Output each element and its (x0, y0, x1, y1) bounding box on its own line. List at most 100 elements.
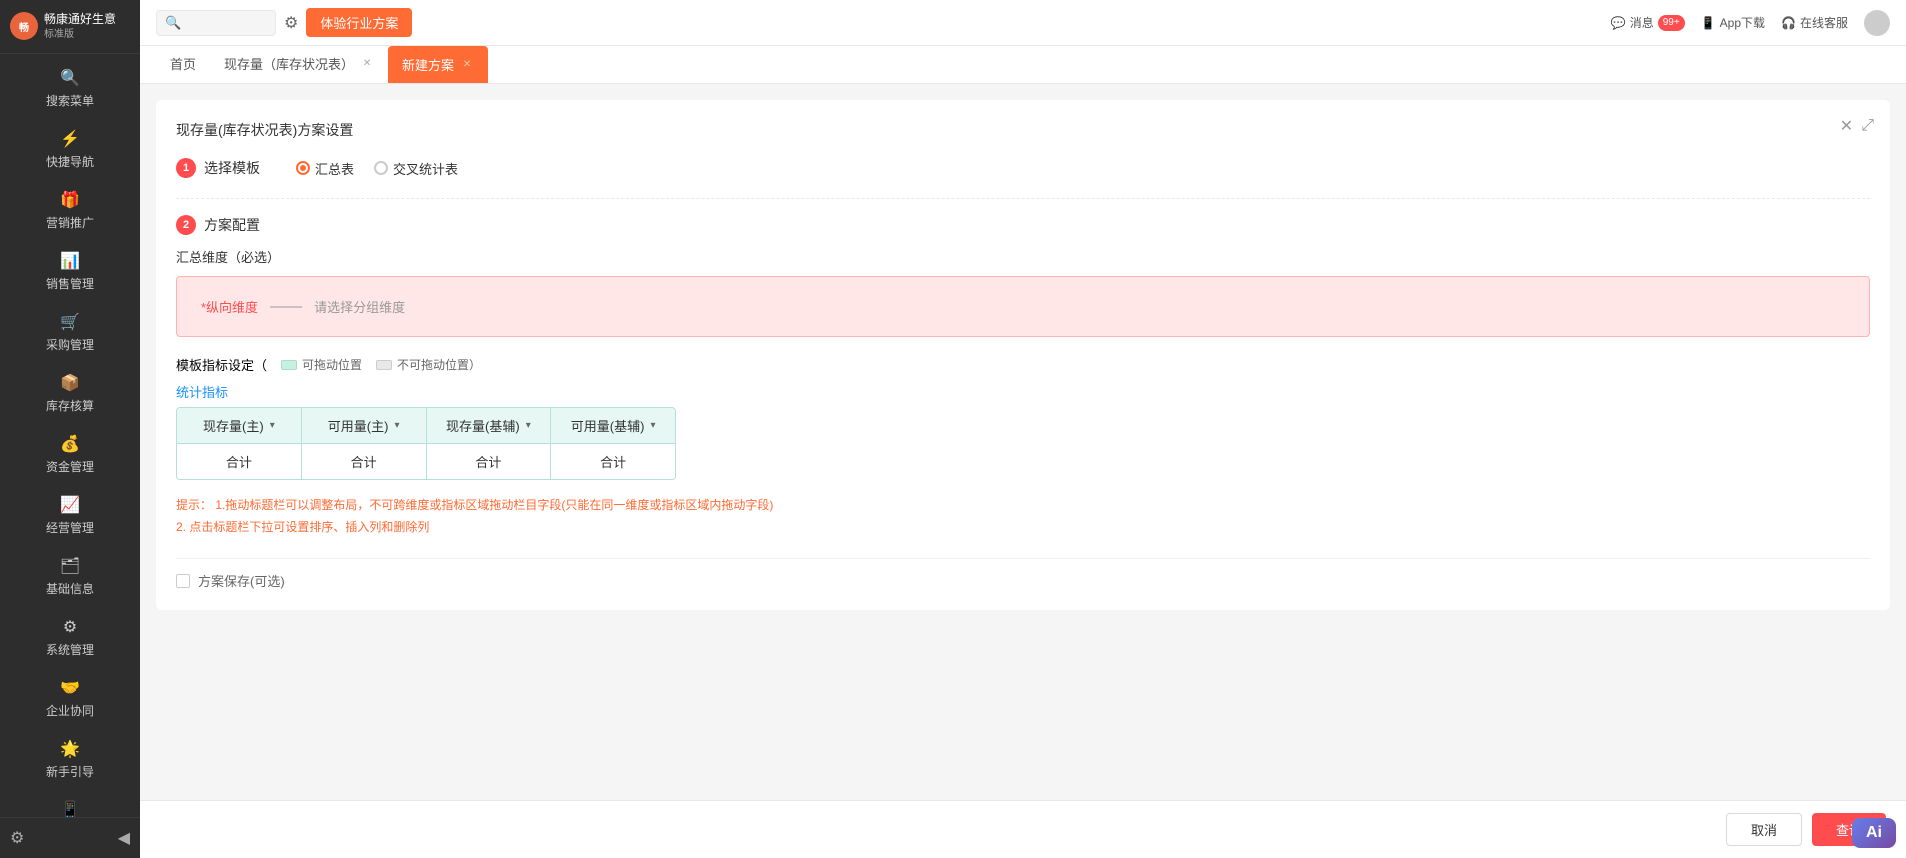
tip-section: 提示： 1.拖动标题栏可以调整布局，不可跨维度或指标区域拖动栏目字段(只能在同一… (176, 495, 1870, 538)
settings-panel: 现存量(库存状况表)方案设置 ✕ ⤢ 1 选择模板 汇总表 (156, 100, 1890, 610)
tab-new-scheme[interactable]: 新建方案 ✕ (388, 46, 488, 83)
sidebar: 畅 畅康通好生意 标准版 🔍搜索菜单⚡快捷导航🎁营销推广📊销售管理🛒采购管理📦库… (0, 0, 140, 858)
close-panel-icon[interactable]: ✕ (1840, 116, 1853, 136)
message-icon: 💬 (1611, 16, 1626, 30)
stats-table: 现存量(主)▾可用量(主)▾现存量(基辅)▾可用量(基辅)▾ 合计合计合计合计 (176, 407, 676, 480)
radio-cross[interactable] (374, 161, 388, 175)
stats-col-body: 合计 (177, 444, 302, 479)
sidebar-icon: 📱 (60, 800, 80, 817)
stats-table-header: 现存量(主)▾可用量(主)▾现存量(基辅)▾可用量(基辅)▾ (177, 408, 675, 443)
sidebar-item-新手引导[interactable]: 🌟新手引导 (0, 729, 140, 790)
sidebar-item-采购管理[interactable]: 🛒采购管理 (0, 302, 140, 363)
step2-header: 2 方案配置 (176, 215, 1870, 235)
content-area: 现存量(库存状况表)方案设置 ✕ ⤢ 1 选择模板 汇总表 (140, 84, 1906, 800)
sidebar-icon: 🛒 (60, 312, 80, 332)
indicator-section: 模板指标设定（ 可拖动位置 不可拖动位置） 统计指标 (176, 355, 1870, 538)
indicator-label-row: 模板指标设定（ 可拖动位置 不可拖动位置） (176, 355, 1870, 374)
gear-icon[interactable]: ⚙ (284, 13, 298, 33)
save-label: 方案保存(可选) (198, 571, 285, 590)
stats-col-body: 合计 (427, 444, 552, 479)
sidebar-item-资金管理[interactable]: 💰 资金管理 (0, 424, 140, 485)
dimension-arrow: —— (270, 298, 302, 316)
step2-label: 方案配置 (204, 215, 260, 235)
online-service-btn[interactable]: 🎧 在线客服 (1781, 14, 1848, 31)
download-icon: 📱 (1701, 16, 1716, 30)
step1-options: 汇总表 交叉统计表 (296, 159, 458, 178)
sidebar-icon: ⚡ (60, 129, 80, 149)
sidebar-icon: 🗂 (60, 556, 80, 576)
tab-inventory[interactable]: 现存量（库存状况表） ✕ (210, 46, 388, 83)
sidebar-icon: 📊 (60, 251, 80, 271)
stats-col-header[interactable]: 现存量(主)▾ (177, 408, 302, 443)
tab-inventory-close[interactable]: ✕ (360, 57, 374, 71)
ai-badge[interactable]: Ai (1852, 818, 1896, 848)
service-icon: 🎧 (1781, 16, 1796, 30)
chevron-down-icon: ▾ (270, 420, 275, 431)
sidebar-icon: 🎁 (60, 190, 80, 210)
sidebar-item-label: 资金管理 (46, 458, 94, 475)
app-download-btn[interactable]: 📱 App下载 (1701, 14, 1765, 31)
user-avatar[interactable] (1864, 10, 1890, 36)
sidebar-item-label: 搜索菜单 (46, 92, 94, 109)
sidebar-nav: 🔍 搜索菜单 ⚡快捷导航🎁营销推广📊销售管理🛒采购管理📦库存核算 💰 资金管理 📈经营管理… (0, 54, 140, 817)
stats-table-body: 合计合计合计合计 (177, 443, 675, 479)
search-box[interactable]: 🔍 (156, 10, 276, 36)
sidebar-icon: 💰 (60, 434, 80, 454)
step1-section: 1 选择模板 汇总表 交叉统计表 (176, 158, 1870, 178)
dimension-required-label: *纵向维度 (201, 297, 258, 316)
sidebar-icon: 🔍 (60, 68, 80, 88)
collapse-icon[interactable]: ◀ (118, 828, 130, 848)
settings-icon[interactable]: ⚙ (10, 828, 24, 848)
step1-num: 1 (176, 158, 196, 178)
dimension-box: *纵向维度 —— 请选择分组维度 (176, 276, 1870, 337)
dimension-section-label: 汇总维度（必选） (176, 247, 1870, 266)
topbar: 🔍 ⚙ 体验行业方案 💬 消息 99+ 📱 App下载 🎧 在线客服 (140, 0, 1906, 46)
search-input[interactable] (185, 16, 265, 30)
sidebar-item-营销推广[interactable]: 🎁营销推广 (0, 180, 140, 241)
radio-summary[interactable] (296, 161, 310, 175)
sidebar-item-label: 系统管理 (46, 641, 94, 658)
save-row: 方案保存(可选) (176, 558, 1870, 590)
panel-actions: ✕ ⤢ (1840, 116, 1874, 136)
stats-col-header[interactable]: 可用量(基辅)▾ (551, 408, 675, 443)
sidebar-item-label: 企业协同 (46, 702, 94, 719)
stats-col-header[interactable]: 现存量(基辅)▾ (427, 408, 552, 443)
indicator-label-text: 模板指标设定（ (176, 355, 267, 374)
step1-label: 选择模板 (204, 158, 260, 178)
sidebar-item-label: 新手引导 (46, 763, 94, 780)
search-icon: 🔍 (165, 15, 181, 31)
trial-btn[interactable]: 体验行业方案 (306, 8, 412, 37)
sidebar-item-快捷导航[interactable]: ⚡快捷导航 (0, 119, 140, 180)
chevron-down-icon: ▾ (394, 420, 399, 431)
stats-label: 统计指标 (176, 382, 1870, 401)
message-badge: 99+ (1658, 15, 1685, 31)
sidebar-item-销售管理[interactable]: 📊销售管理 (0, 241, 140, 302)
tab-new-close[interactable]: ✕ (460, 58, 474, 72)
sidebar-item-基础信息[interactable]: 🗂基础信息 (0, 546, 140, 607)
sidebar-item-搜索菜单[interactable]: 🔍 搜索菜单 (0, 58, 140, 119)
app-logo-text: 畅康通好生意 标准版 (44, 12, 116, 41)
cancel-button[interactable]: 取消 (1726, 813, 1802, 846)
legend-fixed: 不可拖动位置） (376, 356, 481, 373)
sidebar-item-应用中心[interactable]: 📱应用中心 (0, 790, 140, 817)
sidebar-footer: ⚙ ◀ (0, 817, 140, 858)
expand-panel-icon[interactable]: ⤢ (1861, 117, 1874, 135)
sidebar-item-库存核算[interactable]: 📦库存核算 (0, 363, 140, 424)
option-summary-table[interactable]: 汇总表 (296, 159, 354, 178)
sidebar-item-label: 库存核算 (46, 397, 94, 414)
main-area: 🔍 ⚙ 体验行业方案 💬 消息 99+ 📱 App下载 🎧 在线客服 (140, 0, 1906, 858)
sidebar-item-系统管理[interactable]: ⚙系统管理 (0, 607, 140, 668)
tip-text-1: 提示： 1.拖动标题栏可以调整布局，不可跨维度或指标区域拖动栏目字段(只能在同一… (176, 495, 1870, 517)
stats-col-body: 合计 (302, 444, 427, 479)
chevron-down-icon: ▾ (526, 420, 531, 431)
message-btn[interactable]: 💬 消息 99+ (1611, 14, 1685, 31)
option-cross-table[interactable]: 交叉统计表 (374, 159, 458, 178)
bottom-bar: 取消 查询 (140, 800, 1906, 858)
fixed-legend-box (376, 360, 392, 370)
sidebar-item-经营管理[interactable]: 📈经营管理 (0, 485, 140, 546)
save-checkbox[interactable] (176, 574, 190, 588)
tab-home[interactable]: 首页 (156, 46, 210, 83)
sidebar-icon: 📈 (60, 495, 80, 515)
stats-col-header[interactable]: 可用量(主)▾ (302, 408, 427, 443)
sidebar-item-企业协同[interactable]: 🤝企业协同 (0, 668, 140, 729)
